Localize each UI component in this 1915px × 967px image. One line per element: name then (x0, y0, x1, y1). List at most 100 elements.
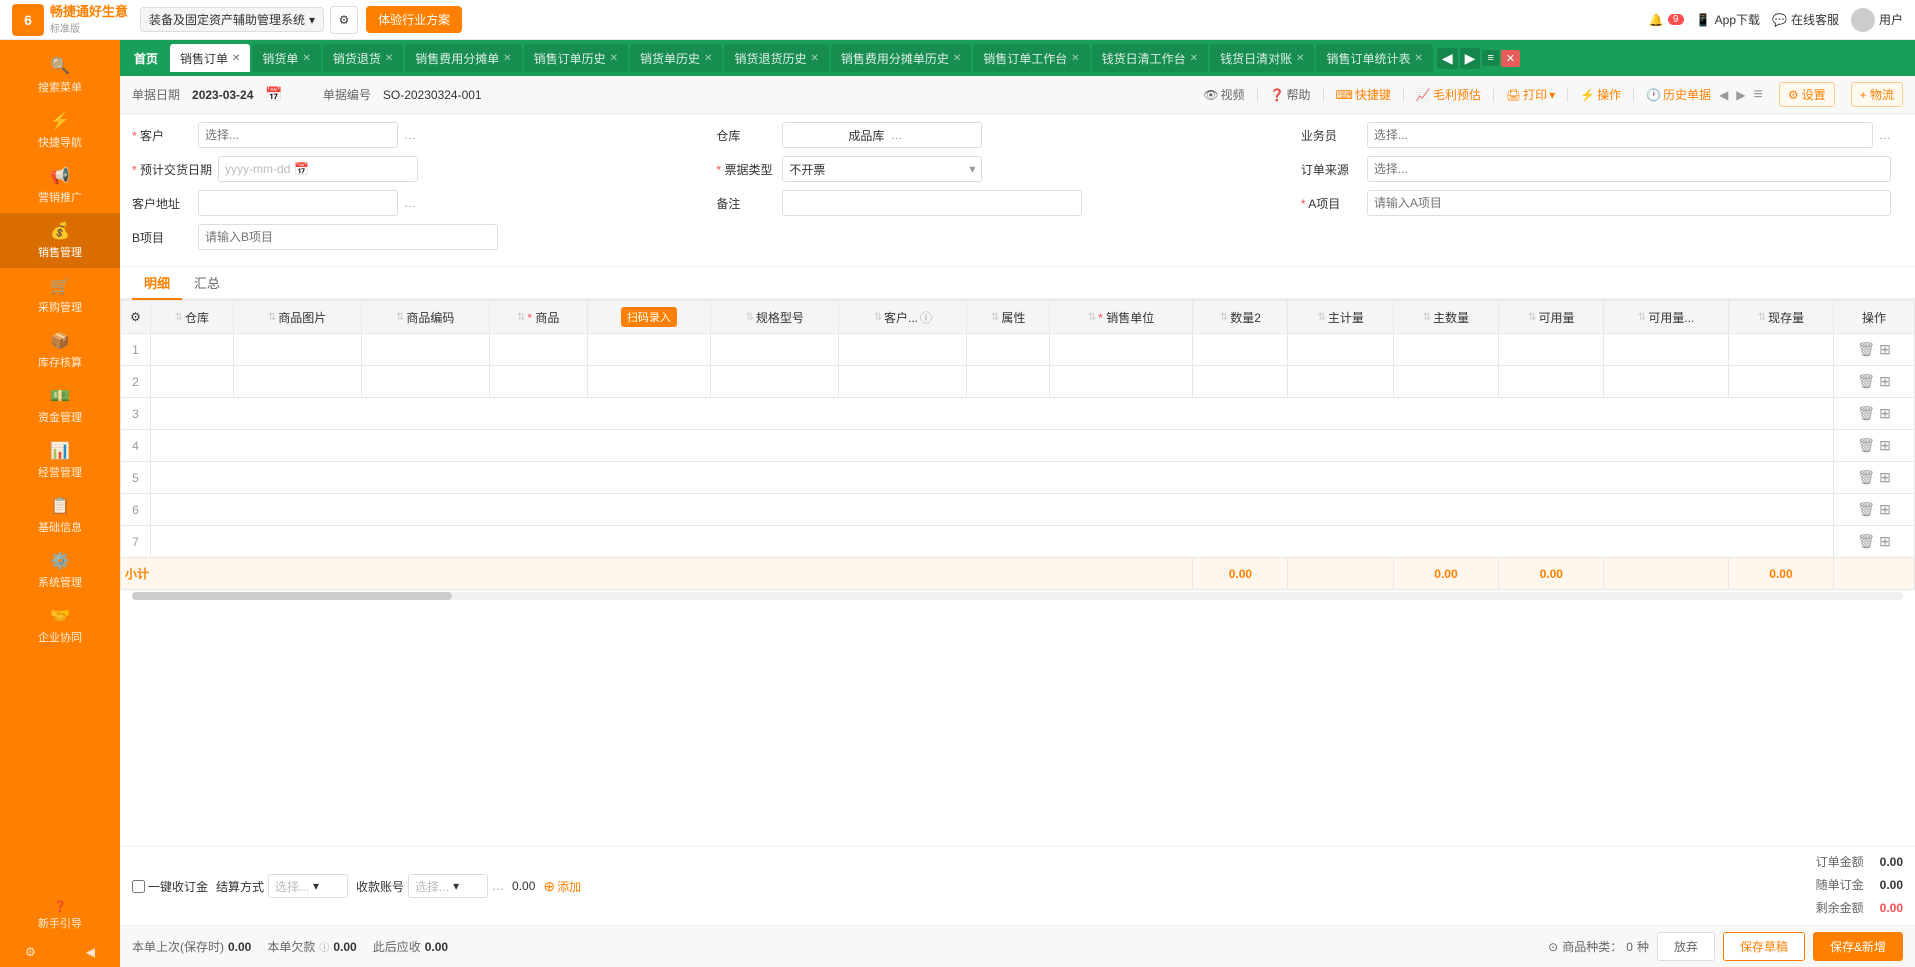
delete-icon[interactable]: 🗑 (1857, 341, 1875, 358)
row-1-attr[interactable] (967, 334, 1050, 366)
th-spec[interactable]: ⇅规格型号 (711, 301, 839, 334)
th-available[interactable]: ⇅可用量 (1499, 301, 1604, 334)
tab-sales-workbench[interactable]: 销售订单工作台 ✕ (973, 44, 1089, 72)
close-sales-expense-history-icon[interactable]: ✕ (953, 53, 961, 64)
salesperson-input[interactable] (1367, 122, 1873, 148)
tab-sales-stats[interactable]: 销售订单统计表 ✕ (1316, 44, 1432, 72)
row-1-main-qty[interactable] (1393, 334, 1498, 366)
sidebar-item-search[interactable]: 🔍 搜索菜单 (0, 48, 120, 103)
row-2-image[interactable] (233, 366, 361, 398)
th-attribute[interactable]: ⇅属性 (967, 301, 1050, 334)
customer-input[interactable] (198, 122, 398, 148)
tab-prev-btn[interactable]: ◀ (1437, 48, 1458, 69)
tab-daily-workbench[interactable]: 钱货日清工作台 ✕ (1092, 44, 1208, 72)
one-click-checkbox-input[interactable] (132, 880, 145, 893)
close-sales-workbench-icon[interactable]: ✕ (1071, 53, 1079, 64)
th-warehouse[interactable]: ⇅仓库 (151, 301, 234, 334)
row-2-spec[interactable] (711, 366, 839, 398)
copy-icon[interactable]: ⊞ (1879, 469, 1891, 486)
th-stock[interactable]: ⇅现存量 (1728, 301, 1833, 334)
row-2-code[interactable] (361, 366, 489, 398)
tab-daily-reconcile[interactable]: 钱货日清对账 ✕ (1210, 44, 1314, 72)
history-action[interactable]: 🕐 历史单据 (1646, 86, 1711, 103)
row-2-unit[interactable] (1049, 366, 1192, 398)
th-product-image[interactable]: ⇅商品图片 (233, 301, 361, 334)
sidebar-item-guide[interactable]: ❓ 新手引导 (0, 894, 120, 937)
tab-home[interactable]: 首页 (124, 44, 168, 72)
profit-action[interactable]: 📈 毛利预估 (1416, 86, 1481, 103)
delivery-date-input[interactable]: yyyy-mm-dd 📅 (218, 156, 418, 182)
account-select[interactable]: 选择... ▾ (408, 874, 488, 898)
close-sales-invoice-icon[interactable]: ✕ (302, 53, 310, 64)
tab-sales-order[interactable]: 销售订单 ✕ (170, 44, 250, 72)
copy-icon[interactable]: ⊞ (1879, 373, 1891, 390)
close-sales-order-icon[interactable]: ✕ (232, 53, 240, 64)
notification-item[interactable]: 🔔 9 (1649, 13, 1684, 27)
customer-ellipsis[interactable]: … (404, 128, 416, 142)
collapse-icon[interactable]: ◀ (86, 945, 95, 959)
close-sales-stats-icon[interactable]: ✕ (1415, 53, 1423, 64)
a-project-input[interactable] (1367, 190, 1891, 216)
shortcut-action[interactable]: ⌨ 快捷键 (1336, 86, 1391, 103)
sidebar-item-quicknav[interactable]: ⚡ 快捷导航 (0, 103, 120, 158)
row-1-avail[interactable] (1499, 334, 1604, 366)
row-2-stock[interactable] (1728, 366, 1833, 398)
th-gear[interactable]: ⚙ (121, 301, 151, 334)
save-new-button[interactable]: 保存&新增 (1813, 932, 1903, 961)
scrollbar-thumb[interactable] (132, 592, 452, 600)
delivery-calendar-icon[interactable]: 📅 (294, 162, 309, 176)
operation-action[interactable]: ⚡ 操作 (1580, 86, 1621, 103)
tab-summary[interactable]: 汇总 (182, 267, 232, 300)
info-icon[interactable]: ⓘ (920, 309, 932, 326)
address-ellipsis[interactable]: … (404, 196, 416, 210)
row-2-avail[interactable] (1499, 366, 1604, 398)
tab-sales-expense-history[interactable]: 销售费用分摊单历史 ✕ (831, 44, 971, 72)
customer-address-input[interactable] (198, 190, 398, 216)
row-2-customer-code[interactable] (839, 366, 967, 398)
close-sales-expense-icon[interactable]: ✕ (503, 53, 511, 64)
print-action[interactable]: 🖨 打印 ▾ (1506, 86, 1555, 103)
b-project-input[interactable] (198, 224, 498, 250)
warehouse-input[interactable] (782, 122, 982, 148)
add-link[interactable]: ⊕ 添加 (543, 878, 581, 895)
scan-button[interactable]: 扫码录入 (621, 307, 677, 327)
sidebar-item-cooperation[interactable]: 🤝 企业协同 (0, 598, 120, 653)
sidebar-item-management[interactable]: 📊 经营管理 (0, 433, 120, 488)
sidebar-item-base[interactable]: 📋 基础信息 (0, 488, 120, 543)
remark-input[interactable] (782, 190, 1082, 216)
settle-method-select[interactable]: 选择... ▾ (268, 874, 348, 898)
sidebar-item-finance[interactable]: 💵 资金管理 (0, 378, 120, 433)
th-product[interactable]: ⇅商品 (489, 301, 587, 334)
tab-menu-btn[interactable]: ≡ (1482, 50, 1498, 66)
salesperson-ellipsis[interactable]: … (1879, 128, 1891, 142)
sidebar-item-purchase[interactable]: 🛒 采购管理 (0, 268, 120, 323)
row-1-stock[interactable] (1728, 334, 1833, 366)
calendar-icon[interactable]: 📅 (265, 86, 282, 103)
row-1-avail2[interactable] (1604, 334, 1728, 366)
nav-right-icon[interactable]: ▶ (1736, 88, 1745, 102)
row-2-main-unit[interactable] (1288, 366, 1393, 398)
sidebar-item-inventory[interactable]: 📦 库存核算 (0, 323, 120, 378)
close-sales-order-history-icon[interactable]: ✕ (610, 53, 618, 64)
th-scan[interactable]: 扫码录入 (587, 301, 711, 334)
settings-button[interactable]: ⚙ 设置 (1779, 82, 1835, 107)
close-daily-workbench-icon[interactable]: ✕ (1190, 53, 1198, 64)
th-customer-code[interactable]: ⇅客户...ⓘ (839, 301, 967, 334)
close-sales-return-history-icon[interactable]: ✕ (810, 53, 818, 64)
delete-icon[interactable]: 🗑 (1857, 437, 1875, 454)
delete-icon[interactable]: 🗑 (1857, 469, 1875, 486)
tab-close-all-btn[interactable]: ✕ (1501, 50, 1520, 67)
th-qty2[interactable]: ⇅数量2 (1193, 301, 1288, 334)
row-2-main-qty[interactable] (1393, 366, 1498, 398)
scrollbar-track[interactable] (132, 592, 1903, 600)
tab-sales-expense[interactable]: 销售费用分摊单 ✕ (405, 44, 521, 72)
copy-icon[interactable]: ⊞ (1879, 405, 1891, 422)
tab-sales-return[interactable]: 销货退货 ✕ (323, 44, 403, 72)
th-product-code[interactable]: ⇅商品编码 (361, 301, 489, 334)
tab-detail[interactable]: 明细 (132, 267, 182, 300)
warehouse-ellipsis[interactable]: … (890, 128, 902, 142)
row-1-code[interactable] (361, 334, 489, 366)
online-support-btn[interactable]: 💬 在线客服 (1772, 11, 1839, 28)
settings-icon[interactable]: ⚙ (330, 6, 358, 34)
row-2-avail2[interactable] (1604, 366, 1728, 398)
